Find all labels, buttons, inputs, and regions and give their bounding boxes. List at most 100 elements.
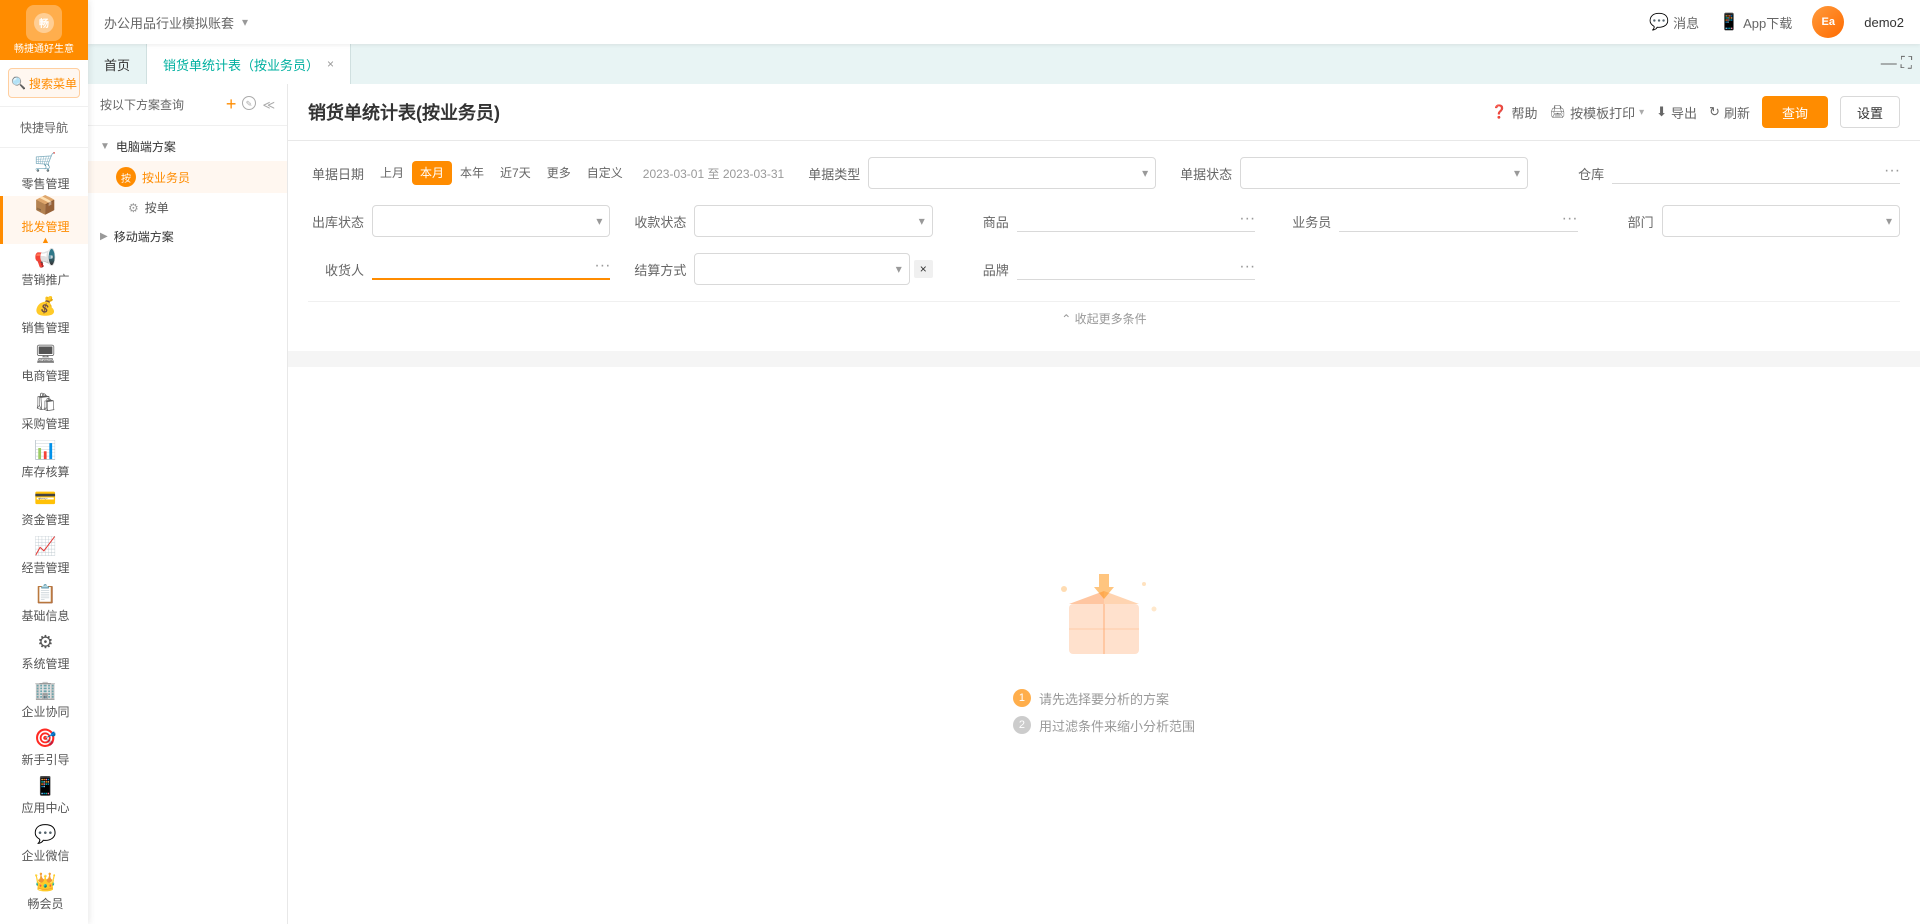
tab-home-label: 首页 [104, 55, 130, 74]
search-icon: 🔍 [11, 76, 26, 90]
doc-status-select[interactable] [1240, 157, 1528, 189]
tab-close-button[interactable]: × [327, 57, 334, 71]
collapse-filters-button[interactable]: ⌃ 收起更多条件 [1061, 310, 1146, 327]
mobile-scheme-label[interactable]: ▶ 移动端方案 [88, 222, 287, 251]
filter-salesman: 业务员 ··· [1275, 211, 1577, 232]
sidebar-item-finance[interactable]: 💳 资金管理 [0, 484, 88, 532]
step-2-num: 2 [1013, 716, 1031, 734]
refresh-button[interactable]: ↻ 刷新 [1709, 103, 1750, 122]
add-scheme-button[interactable]: + [226, 94, 237, 115]
sidebar-item-member[interactable]: 👑 畅会员 [0, 868, 88, 916]
consignee-dots-button[interactable]: ··· [594, 258, 610, 274]
filter-date: 单据日期 上月 本月 本年 近7天 更多 自定义 2023-03-01 至 20… [308, 161, 784, 185]
message-button[interactable]: 💬 消息 [1649, 12, 1699, 32]
brand-dots-button[interactable]: ··· [1239, 259, 1255, 275]
sidebar-item-operations[interactable]: 📈 经营管理 [0, 532, 88, 580]
date-more[interactable]: 更多 [539, 161, 579, 185]
doc-type-select[interactable] [868, 157, 1156, 189]
date-this-year[interactable]: 本年 [452, 161, 492, 185]
salesman-input[interactable] [1339, 211, 1561, 226]
divider [288, 351, 1920, 359]
by-order-scheme-item[interactable]: ⚙ 按单 [88, 193, 287, 222]
sidebar-item-label: 销售管理 [21, 319, 69, 336]
expand-arrow-mobile-icon: ▶ [100, 231, 108, 242]
filter-pay-status: 收款状态 ▾ [630, 205, 932, 237]
desktop-scheme-text: 电脑端方案 [116, 138, 176, 155]
empty-illustration [1044, 549, 1164, 669]
sidebar-item-label: 资金管理 [21, 511, 69, 528]
date-last-7-days[interactable]: 近7天 [492, 161, 539, 185]
empty-step-1: 1 请先选择要分析的方案 [1013, 689, 1195, 708]
filter-row-3: 收货人 ··· 结算方式 ▾ × [308, 253, 1900, 285]
svg-text:畅: 畅 [39, 17, 49, 30]
out-status-label: 出库状态 [308, 212, 364, 231]
dept-select[interactable] [1662, 205, 1900, 237]
sidebar-item-marketing[interactable]: 📢 营销推广 [0, 244, 88, 292]
system-icon: ⚙ [37, 632, 53, 653]
query-button[interactable]: 查询 [1762, 96, 1828, 128]
brand-input[interactable] [1017, 259, 1239, 274]
basic-icon: 📋 [34, 584, 56, 605]
salesman-dots-button[interactable]: ··· [1562, 211, 1578, 227]
tab-maximize-button[interactable]: ⛶ [1901, 55, 1912, 73]
warehouse-dots-button[interactable]: ··· [1884, 163, 1900, 179]
settlement-label: 结算方式 [630, 260, 686, 279]
app-download-button[interactable]: 📱 App下载 [1719, 12, 1792, 32]
settlement-select[interactable] [694, 253, 909, 285]
date-last-month[interactable]: 上月 [372, 161, 412, 185]
sidebar-item-purchase[interactable]: 🛍 采购管理 [0, 388, 88, 436]
sidebar-search-section: 🔍 搜索菜单 [0, 60, 88, 107]
export-button[interactable]: ⬇ 导出 [1656, 103, 1697, 122]
sidebar-item-label: 畅会员 [27, 895, 63, 912]
edit-scheme-button[interactable]: ✎ [242, 96, 256, 113]
filter-dept: 部门 ▾ [1598, 205, 1900, 237]
sidebar-item-label: 采购管理 [21, 415, 69, 432]
sidebar-item-basic[interactable]: 📋 基础信息 [0, 580, 88, 628]
search-menu-button[interactable]: 🔍 搜索菜单 [8, 68, 80, 98]
sidebar-item-appstore[interactable]: 📱 应用中心 [0, 772, 88, 820]
pay-status-label: 收款状态 [630, 212, 686, 231]
doc-type-label: 单据类型 [804, 164, 860, 183]
sidebar-item-system[interactable]: ⚙ 系统管理 [0, 628, 88, 676]
page-title: 销货单统计表(按业务员) [308, 99, 500, 137]
goods-dots-button[interactable]: ··· [1239, 211, 1255, 227]
print-icon: 🖨 [1550, 104, 1567, 120]
sidebar-item-inventory[interactable]: 📊 库存核算 [0, 436, 88, 484]
print-button[interactable]: 🖨 按模板打印 ▾ [1550, 103, 1645, 122]
pay-status-select[interactable] [694, 205, 932, 237]
sidebar-item-wechat[interactable]: 💬 企业微信 [0, 820, 88, 868]
sidebar-item-retail[interactable]: 🛒 零售管理 [0, 148, 88, 196]
sidebar-item-ecommerce[interactable]: 🖥 电商管理 [0, 340, 88, 388]
sidebar-item-sales[interactable]: 💰 销售管理 [0, 292, 88, 340]
sidebar-item-label: 电商管理 [21, 367, 69, 384]
date-range-text: 2023-03-01 至 2023-03-31 [643, 165, 784, 182]
collapse-panel-button[interactable]: ≪ [262, 98, 275, 112]
settlement-wrapper: ▾ [694, 253, 909, 285]
help-button[interactable]: ❓ 帮助 [1491, 103, 1537, 122]
tab-sales-stat[interactable]: 销货单统计表（按业务员） × [147, 44, 351, 84]
date-custom[interactable]: 自定义 [579, 161, 631, 185]
date-this-month[interactable]: 本月 [412, 161, 452, 185]
settlement-clear-button[interactable]: × [914, 260, 933, 278]
goods-input[interactable] [1017, 211, 1239, 226]
sidebar-logo[interactable]: 畅 畅捷通好生意 [0, 0, 88, 60]
step-1-num: 1 [1013, 689, 1031, 707]
sidebar-item-wholesale[interactable]: 📦 批发管理 ▲ [0, 196, 88, 244]
warehouse-input[interactable] [1612, 163, 1884, 178]
sidebar-item-label: 基础信息 [21, 607, 69, 624]
salesman-scheme-item[interactable]: 按 按业务员 [88, 161, 287, 193]
sidebar-item-enterprise[interactable]: 🏢 企业协同 [0, 676, 88, 724]
app-dropdown-button[interactable]: ▾ [242, 15, 248, 29]
desktop-scheme-label[interactable]: ▼ 电脑端方案 [88, 132, 287, 161]
quick-nav-button[interactable]: 快捷导航 [0, 111, 88, 143]
sidebar-item-newbie[interactable]: 🎯 新手引导 [0, 724, 88, 772]
tab-minimize-button[interactable]: — [1881, 55, 1897, 73]
user-avatar[interactable]: Ea [1812, 6, 1844, 38]
doc-status-label: 单据状态 [1176, 164, 1232, 183]
tab-home[interactable]: 首页 [88, 44, 147, 84]
mobile-scheme-group: ▶ 移动端方案 [88, 222, 287, 251]
consignee-input[interactable] [372, 259, 594, 274]
out-status-select[interactable] [372, 205, 610, 237]
dept-wrapper: ▾ [1662, 205, 1900, 237]
settings-button[interactable]: 设置 [1840, 96, 1900, 128]
